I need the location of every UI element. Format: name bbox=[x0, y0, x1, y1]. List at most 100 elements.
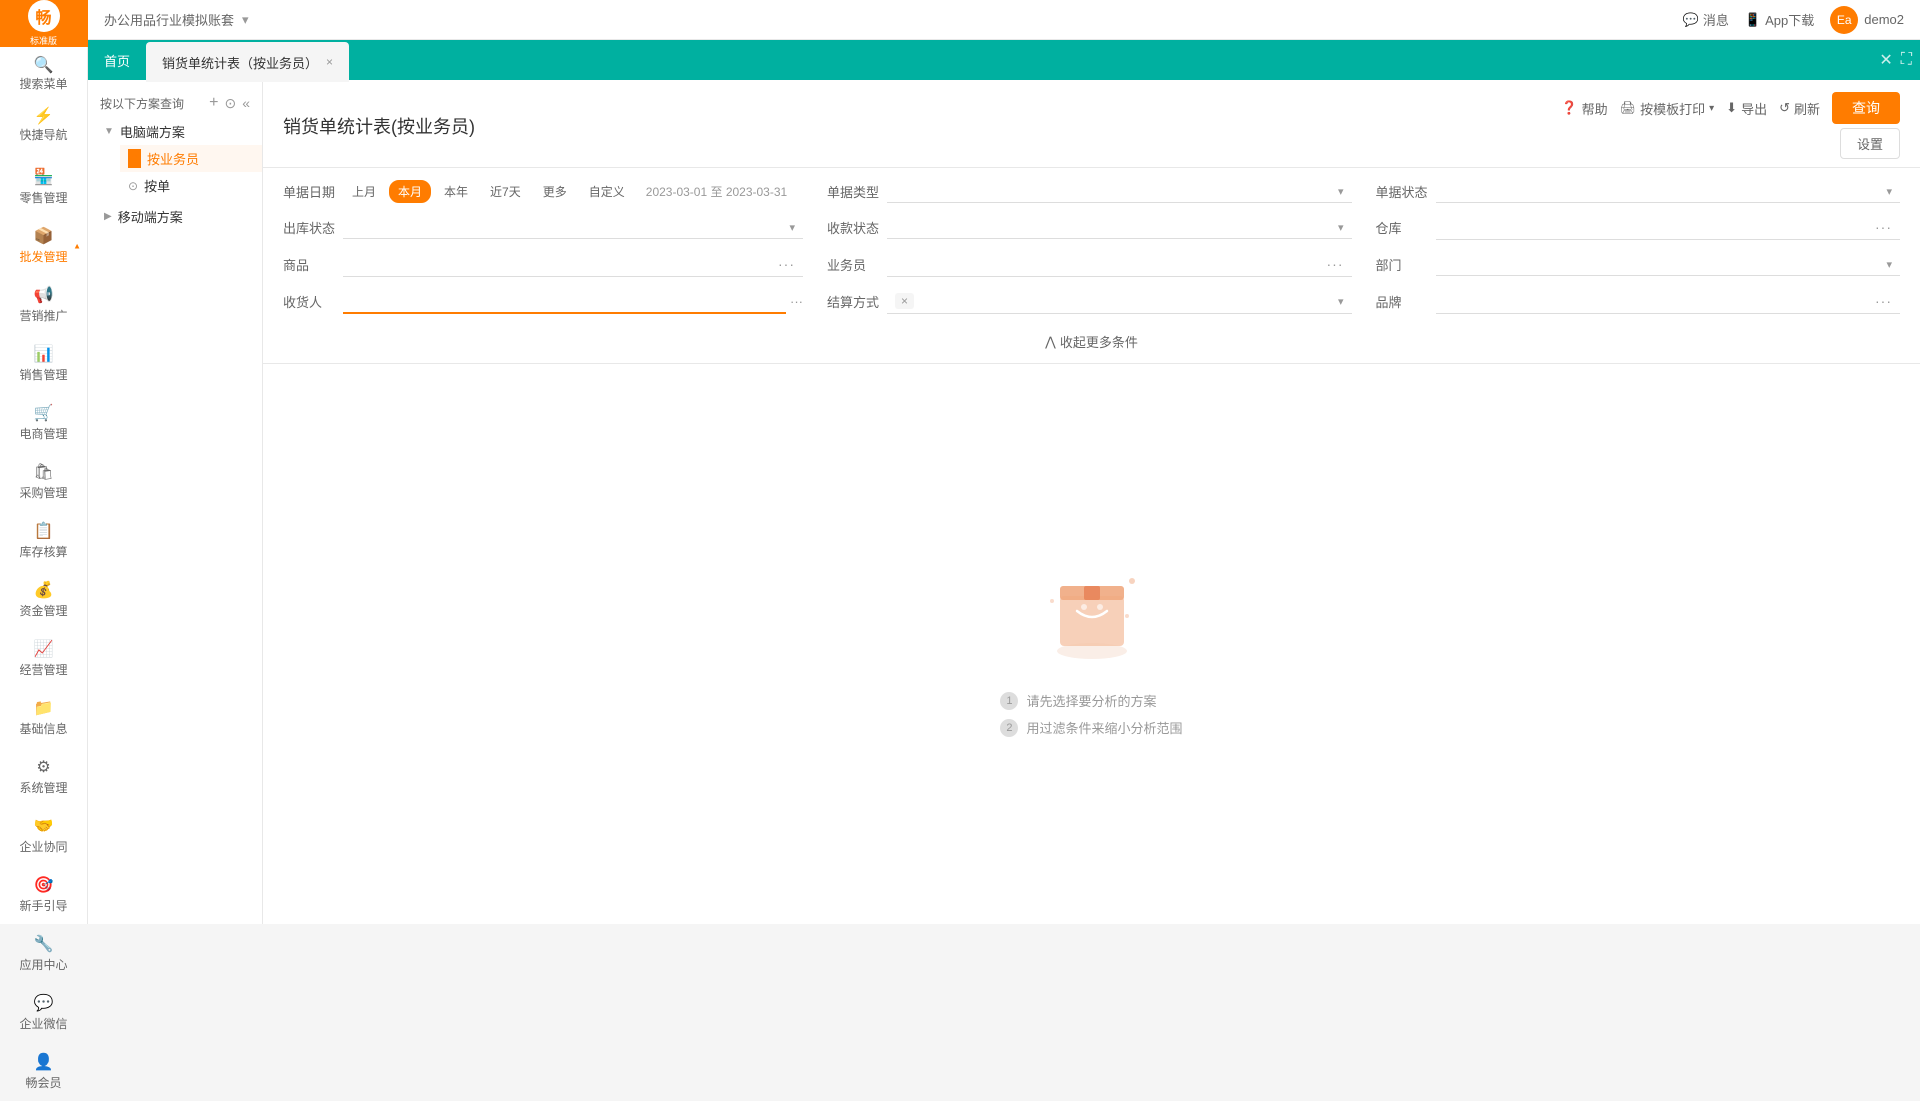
export-icon: ⬇ bbox=[1726, 100, 1737, 116]
page-header: 销货单统计表(按业务员) ❓ 帮助 🖨 按模板打印 ▾ ⬇ bbox=[263, 80, 1920, 168]
date-group: 上月 本月 本年 近7天 更多 自定义 2023-03-01 至 2023-03… bbox=[343, 180, 803, 203]
sidebar-item-search[interactable]: 🔍 搜索菜单 bbox=[0, 47, 87, 100]
sidebar-item-system[interactable]: ⚙ 系统管理 bbox=[0, 747, 87, 806]
user-avatar: Ea bbox=[1830, 6, 1858, 34]
print-arrow-icon: ▾ bbox=[1709, 103, 1714, 114]
maximize-icon[interactable]: ⛶ bbox=[1901, 51, 1912, 69]
tree-item-by-order[interactable]: ⊙ 按单 bbox=[120, 172, 262, 199]
settlement-select[interactable]: × ▾ bbox=[887, 289, 1352, 314]
finance-icon: 💰 bbox=[34, 580, 54, 600]
sidebar-item-basic[interactable]: 📁 基础信息 bbox=[0, 688, 87, 747]
doc-type-label: 单据类型 bbox=[827, 182, 887, 201]
left-panel: 按以下方案查询 + ⊙ « ▼ 电脑端方案 按 按业务员 ⊙ 按单 bbox=[88, 80, 263, 924]
sidebar-item-weixin[interactable]: 💬 企业微信 bbox=[0, 983, 87, 1042]
filter-dept: 部门 ▾ bbox=[1376, 254, 1901, 276]
tab-sales-stat[interactable]: 销货单统计表（按业务员） × bbox=[146, 42, 349, 82]
tree-desktop-children: 按 按业务员 ⊙ 按单 bbox=[88, 145, 262, 199]
close-window-icon[interactable]: ✕ bbox=[1879, 50, 1892, 70]
sidebar-item-guide[interactable]: 🎯 新手引导 bbox=[0, 865, 87, 924]
salesperson-scheme-icon: 按 bbox=[128, 149, 141, 168]
breadcrumb-arrow[interactable]: ▾ bbox=[242, 12, 249, 28]
doc-status-select[interactable]: ▾ bbox=[1436, 181, 1901, 203]
query-button[interactable]: 查询 bbox=[1832, 92, 1900, 124]
warehouse-select[interactable]: ··· bbox=[1436, 215, 1901, 240]
sidebar-item-purchase[interactable]: 🛍 采购管理 bbox=[0, 452, 87, 511]
tab-maximize-area: ✕ ⛶ bbox=[1879, 50, 1912, 70]
sidebar-item-retail[interactable]: 🏪 零售管理 bbox=[0, 157, 87, 216]
filter-salesperson: 业务员 ··· bbox=[827, 252, 1352, 277]
brand-select[interactable]: ··· bbox=[1436, 289, 1901, 314]
collapse-up-icon: ⋀ bbox=[1045, 334, 1056, 350]
page-title: 销货单统计表(按业务员) bbox=[283, 113, 475, 139]
date-btn-this-month[interactable]: 本月 bbox=[389, 180, 431, 203]
settlement-tag-close[interactable]: × bbox=[901, 294, 908, 308]
sidebar-item-inventory[interactable]: 📋 库存核算 bbox=[0, 511, 87, 570]
sidebar-item-sales[interactable]: 📊 销售管理 bbox=[0, 334, 87, 393]
sidebar-item-apps[interactable]: 🔧 应用中心 bbox=[0, 924, 87, 983]
filter-date: 单据日期 上月 本月 本年 近7天 更多 自定义 2023-03-01 至 20… bbox=[283, 180, 803, 203]
settlement-label: 结算方式 bbox=[827, 292, 887, 311]
salesperson-dots[interactable]: ··· bbox=[1327, 256, 1344, 272]
add-scheme-icon[interactable]: + bbox=[209, 94, 218, 112]
order-scheme-icon: ⊙ bbox=[128, 179, 138, 193]
tree-mobile[interactable]: ▶ 移动端方案 bbox=[88, 203, 262, 230]
sidebar-item-member[interactable]: 👤 畅会员 bbox=[0, 1042, 87, 1101]
date-btn-custom[interactable]: 自定义 bbox=[580, 180, 634, 203]
sidebar-item-corp[interactable]: 🤝 企业协同 bbox=[0, 806, 87, 865]
topbar-right: 💬 消息 📱 App下载 Ea demo2 bbox=[1683, 6, 1904, 34]
sidebar-item-finance[interactable]: 💰 资金管理 bbox=[0, 570, 87, 629]
export-btn[interactable]: ⬇ 导出 bbox=[1726, 99, 1767, 118]
date-btn-this-year[interactable]: 本年 bbox=[435, 180, 477, 203]
receiver-dots[interactable]: ··· bbox=[790, 294, 803, 309]
sidebar-item-ecommerce[interactable]: 🛒 电商管理 bbox=[0, 393, 87, 452]
dept-arrow: ▾ bbox=[1886, 258, 1892, 271]
goods-select[interactable]: ··· bbox=[343, 252, 803, 277]
filter-row-1: 单据日期 上月 本月 本年 近7天 更多 自定义 2023-03-01 至 20… bbox=[283, 180, 1900, 203]
sidebar-item-quicknav[interactable]: ⚡ 快捷导航 bbox=[0, 100, 87, 149]
tree-item-by-salesperson[interactable]: 按 按业务员 bbox=[120, 145, 262, 172]
receiver-input[interactable] bbox=[343, 289, 786, 314]
message-btn[interactable]: 💬 消息 bbox=[1683, 10, 1729, 29]
settlement-arrow: ▾ bbox=[1338, 295, 1344, 308]
tabbar: 首页 销货单统计表（按业务员） × ✕ ⛶ bbox=[88, 40, 1920, 80]
help-btn[interactable]: ❓ 帮助 bbox=[1561, 99, 1607, 118]
refresh-btn[interactable]: ↺ 刷新 bbox=[1779, 99, 1820, 118]
sidebar-item-wholesale[interactable]: 📦 批发管理 ▲ bbox=[0, 216, 87, 275]
payment-status-select[interactable]: ▾ bbox=[887, 217, 1352, 239]
tab-close-icon[interactable]: × bbox=[326, 55, 333, 69]
warehouse-dots[interactable]: ··· bbox=[1875, 219, 1892, 235]
tree-desktop-label: 电脑端方案 bbox=[120, 122, 185, 141]
inventory-icon: 📋 bbox=[34, 521, 54, 541]
apps-icon: 🔧 bbox=[34, 934, 54, 954]
app-download-btn[interactable]: 📱 App下载 bbox=[1745, 10, 1814, 29]
date-btn-more[interactable]: 更多 bbox=[534, 180, 576, 203]
date-btn-last-month[interactable]: 上月 bbox=[343, 180, 385, 203]
hint-num-2: 2 bbox=[1000, 719, 1018, 737]
goods-dots[interactable]: ··· bbox=[778, 256, 795, 272]
filter-brand: 品牌 ··· bbox=[1376, 289, 1901, 314]
out-status-arrow: ▾ bbox=[789, 221, 795, 234]
right-panel: 销货单统计表(按业务员) ❓ 帮助 🖨 按模板打印 ▾ ⬇ bbox=[263, 80, 1920, 924]
brand-dots[interactable]: ··· bbox=[1875, 293, 1892, 309]
payment-status-label: 收款状态 bbox=[827, 218, 887, 237]
sidebar-item-operations[interactable]: 📈 经营管理 bbox=[0, 629, 87, 688]
tree-desktop[interactable]: ▼ 电脑端方案 bbox=[88, 118, 262, 145]
tab-home[interactable]: 首页 bbox=[88, 40, 146, 80]
left-panel-header: 按以下方案查询 + ⊙ « bbox=[88, 88, 262, 118]
doc-type-select[interactable]: ▾ bbox=[887, 181, 1352, 203]
user-profile[interactable]: Ea demo2 bbox=[1830, 6, 1904, 34]
out-status-select[interactable]: ▾ bbox=[343, 217, 803, 239]
tree-mobile-label: 移动端方案 bbox=[118, 207, 183, 226]
help-icon: ❓ bbox=[1561, 100, 1577, 116]
dept-select[interactable]: ▾ bbox=[1436, 254, 1901, 276]
sidebar-item-marketing[interactable]: 📢 营销推广 bbox=[0, 275, 87, 334]
filter-settlement: 结算方式 × ▾ bbox=[827, 289, 1352, 314]
collapse-panel-icon[interactable]: « bbox=[242, 95, 250, 111]
refresh-icon: ↺ bbox=[1779, 100, 1790, 116]
salesperson-select[interactable]: ··· bbox=[887, 252, 1352, 277]
collapse-filters-btn[interactable]: ⋀ 收起更多条件 bbox=[1045, 332, 1138, 351]
settings-button[interactable]: 设置 bbox=[1840, 128, 1900, 159]
date-btn-7days[interactable]: 近7天 bbox=[481, 180, 530, 203]
template-print-btn[interactable]: 🖨 按模板打印 ▾ bbox=[1620, 99, 1715, 118]
edit-scheme-icon[interactable]: ⊙ bbox=[224, 95, 236, 112]
